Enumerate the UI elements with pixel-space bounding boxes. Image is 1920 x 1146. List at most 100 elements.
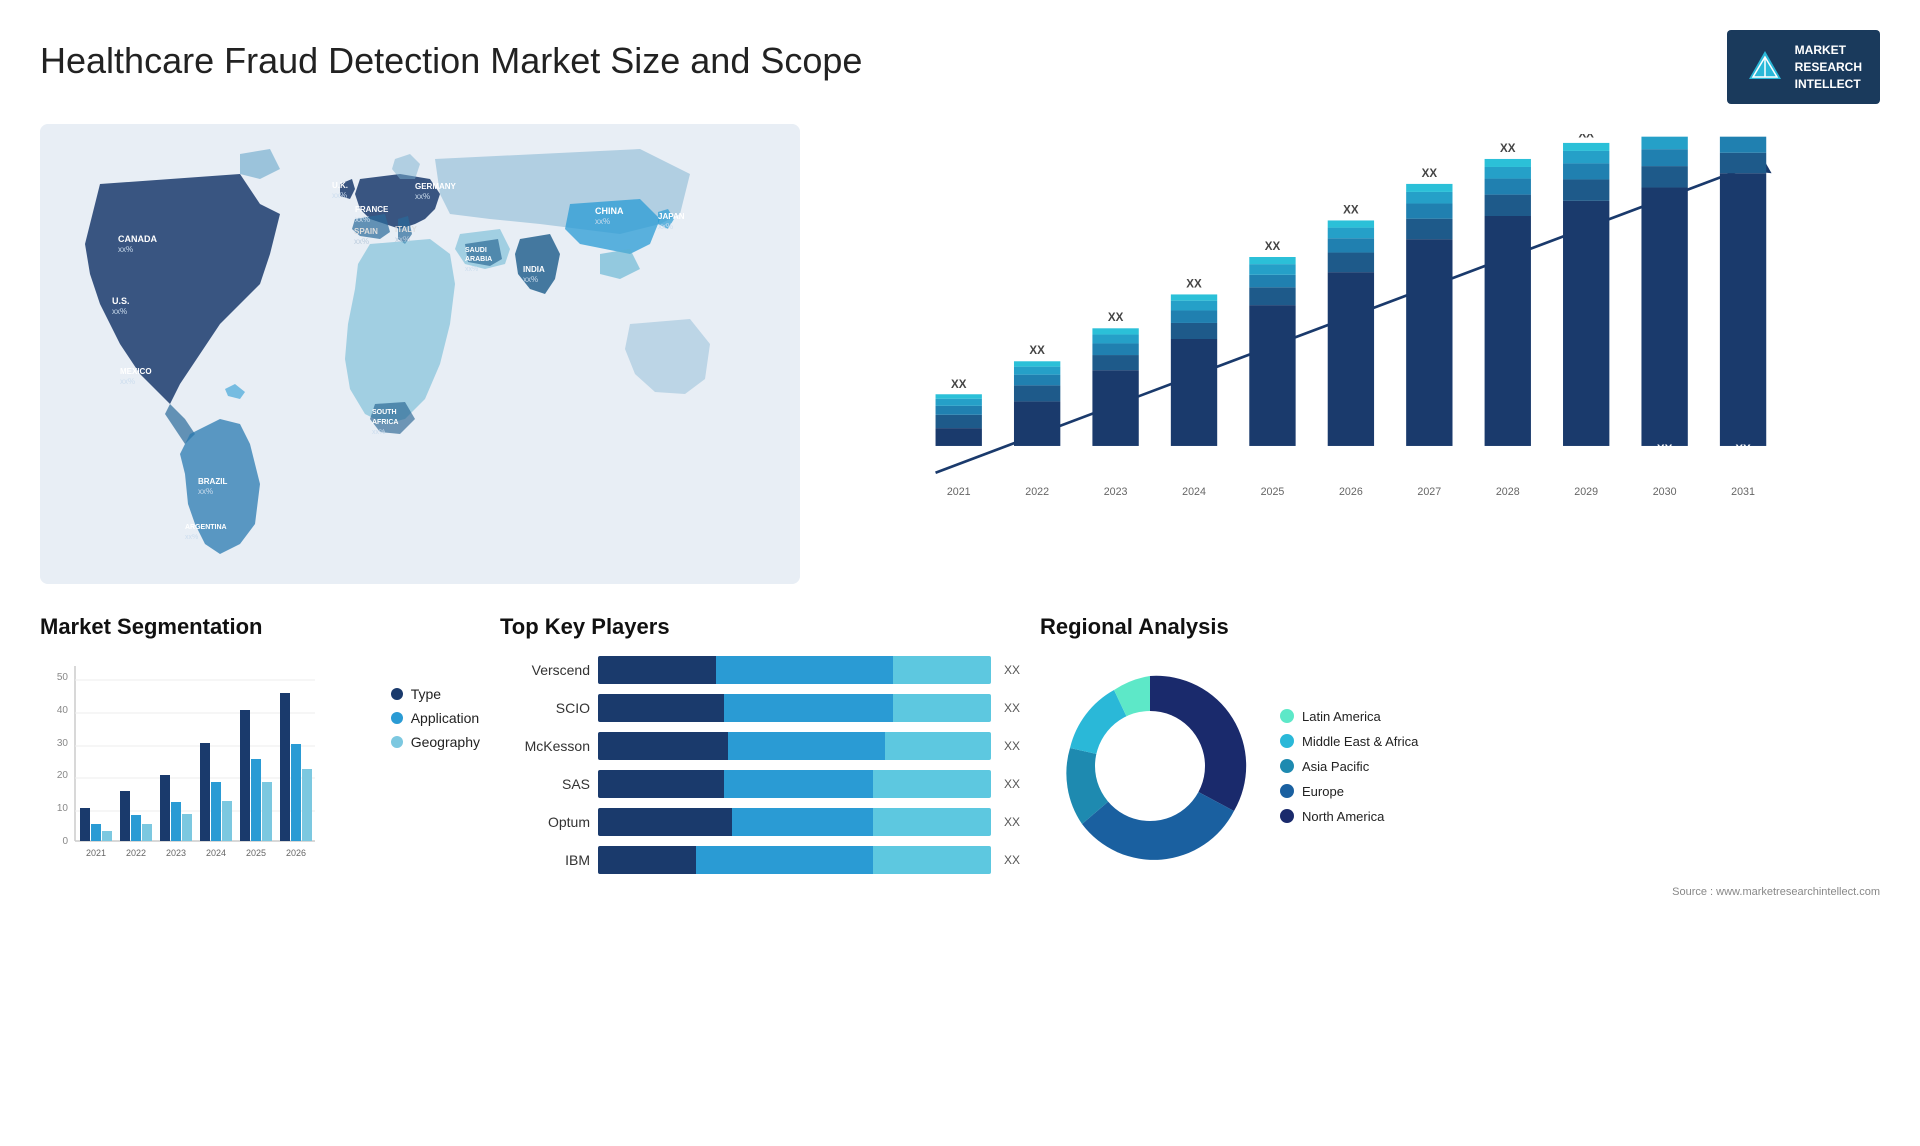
segmentation-title: Market Segmentation (40, 614, 480, 640)
segmentation-section: Market Segmentation 0 10 20 30 40 50 60 (40, 614, 480, 898)
player-value: XX (1004, 853, 1020, 867)
legend-dot-type (391, 688, 403, 700)
header: Healthcare Fraud Detection Market Size a… (40, 30, 1880, 104)
player-name: Verscend (500, 662, 590, 678)
svg-text:30: 30 (57, 738, 69, 749)
svg-text:GERMANY: GERMANY (415, 182, 457, 191)
top-section: CANADA xx% U.S. xx% MEXICO xx% BRAZIL xx… (40, 124, 1880, 584)
player-bar (598, 808, 991, 836)
list-item: SCIO XX (500, 694, 1020, 722)
svg-text:ARABIA: ARABIA (465, 256, 492, 263)
svg-text:2024: 2024 (1182, 486, 1206, 498)
svg-text:U.S.: U.S. (112, 296, 130, 306)
page-title: Healthcare Fraud Detection Market Size a… (40, 40, 862, 82)
svg-text:FRANCE: FRANCE (355, 205, 389, 214)
player-name: McKesson (500, 738, 590, 754)
player-name: Optum (500, 814, 590, 830)
reg-legend-latin-america: Latin America (1280, 709, 1418, 724)
svg-text:10: 10 (57, 803, 69, 814)
reg-label-latin-america: Latin America (1302, 709, 1381, 724)
svg-text:SPAIN: SPAIN (354, 227, 378, 236)
svg-text:xx%: xx% (595, 217, 610, 226)
svg-text:XX: XX (1343, 205, 1359, 217)
reg-dot-middle-east (1280, 734, 1294, 748)
svg-text:2022: 2022 (1025, 486, 1049, 498)
svg-text:MEXICO: MEXICO (120, 367, 152, 376)
legend-label-geography: Geography (411, 734, 480, 750)
svg-text:xx%: xx% (355, 215, 370, 224)
svg-text:AFRICA: AFRICA (372, 419, 398, 426)
reg-label-middle-east: Middle East & Africa (1302, 734, 1418, 749)
player-name: IBM (500, 852, 590, 868)
player-bar (598, 694, 991, 722)
svg-text:2027: 2027 (1417, 486, 1441, 498)
svg-text:XX: XX (1029, 346, 1045, 358)
source-text: Source : www.marketresearchintellect.com (1040, 886, 1880, 898)
svg-text:ITALY: ITALY (395, 225, 417, 234)
svg-text:SAUDI: SAUDI (465, 247, 487, 254)
svg-text:JAPAN: JAPAN (658, 212, 685, 221)
segmentation-legend: Type Application Geography (381, 686, 480, 750)
player-name: SAS (500, 776, 590, 792)
regional-title: Regional Analysis (1040, 614, 1880, 640)
donut-chart (1040, 656, 1260, 876)
svg-text:BRAZIL: BRAZIL (198, 477, 227, 486)
svg-text:XX: XX (1422, 168, 1438, 180)
player-bar (598, 656, 991, 684)
svg-text:xx%: xx% (185, 534, 198, 541)
regional-legend: Latin America Middle East & Africa Asia … (1280, 709, 1418, 824)
svg-text:0: 0 (62, 836, 68, 847)
donut-svg (1040, 656, 1260, 876)
legend-label-type: Type (411, 686, 441, 702)
player-bar (598, 846, 991, 874)
player-bar (598, 770, 991, 798)
svg-text:XX: XX (1186, 279, 1202, 291)
list-item: IBM XX (500, 846, 1020, 874)
svg-text:INDIA: INDIA (523, 265, 545, 274)
logo-icon (1745, 47, 1785, 87)
list-item: Optum XX (500, 808, 1020, 836)
reg-legend-north-america: North America (1280, 809, 1418, 824)
player-value: XX (1004, 663, 1020, 677)
svg-text:2023: 2023 (1104, 486, 1128, 498)
reg-dot-latin-america (1280, 709, 1294, 723)
player-bar (598, 732, 991, 760)
svg-text:xx%: xx% (354, 237, 369, 246)
legend-label-application: Application (411, 710, 480, 726)
svg-text:2030: 2030 (1653, 486, 1677, 498)
svg-text:XX: XX (951, 379, 967, 391)
regional-section: Regional Analysis (1040, 614, 1880, 898)
logo-text: MARKET RESEARCH INTELLECT (1795, 42, 1862, 92)
svg-text:50: 50 (57, 672, 69, 683)
bottom-section: Market Segmentation 0 10 20 30 40 50 60 (40, 614, 1880, 898)
svg-text:xx%: xx% (523, 275, 538, 284)
svg-text:xx%: xx% (118, 245, 133, 254)
svg-text:xx%: xx% (120, 377, 135, 386)
svg-text:2022: 2022 (126, 848, 146, 858)
svg-text:2031: 2031 (1731, 486, 1755, 498)
svg-text:CANADA: CANADA (118, 234, 157, 244)
legend-application: Application (391, 710, 480, 726)
reg-dot-asia-pacific (1280, 759, 1294, 773)
svg-text:2026: 2026 (1339, 486, 1363, 498)
list-item: SAS XX (500, 770, 1020, 798)
svg-text:2021: 2021 (947, 486, 971, 498)
reg-label-europe: Europe (1302, 784, 1344, 799)
reg-legend-europe: Europe (1280, 784, 1418, 799)
reg-label-asia-pacific: Asia Pacific (1302, 759, 1369, 774)
svg-text:20: 20 (57, 770, 69, 781)
svg-text:2025: 2025 (246, 848, 266, 858)
svg-text:ARGENTINA: ARGENTINA (185, 524, 227, 531)
logo: MARKET RESEARCH INTELLECT (1727, 30, 1880, 104)
segmentation-chart-svg: 0 10 20 30 40 50 60 (40, 656, 320, 876)
svg-text:XX: XX (1735, 444, 1751, 456)
svg-text:xx%: xx% (395, 235, 410, 244)
svg-text:xx%: xx% (112, 307, 127, 316)
growth-chart-container: XX 2021 XX 2022 XX 2023 XX 20 (820, 124, 1880, 584)
players-list: Verscend XX SCIO (500, 656, 1020, 874)
svg-text:XX: XX (1500, 143, 1516, 155)
player-value: XX (1004, 815, 1020, 829)
reg-label-north-america: North America (1302, 809, 1384, 824)
svg-text:xx%: xx% (372, 429, 385, 436)
legend-type: Type (391, 686, 480, 702)
